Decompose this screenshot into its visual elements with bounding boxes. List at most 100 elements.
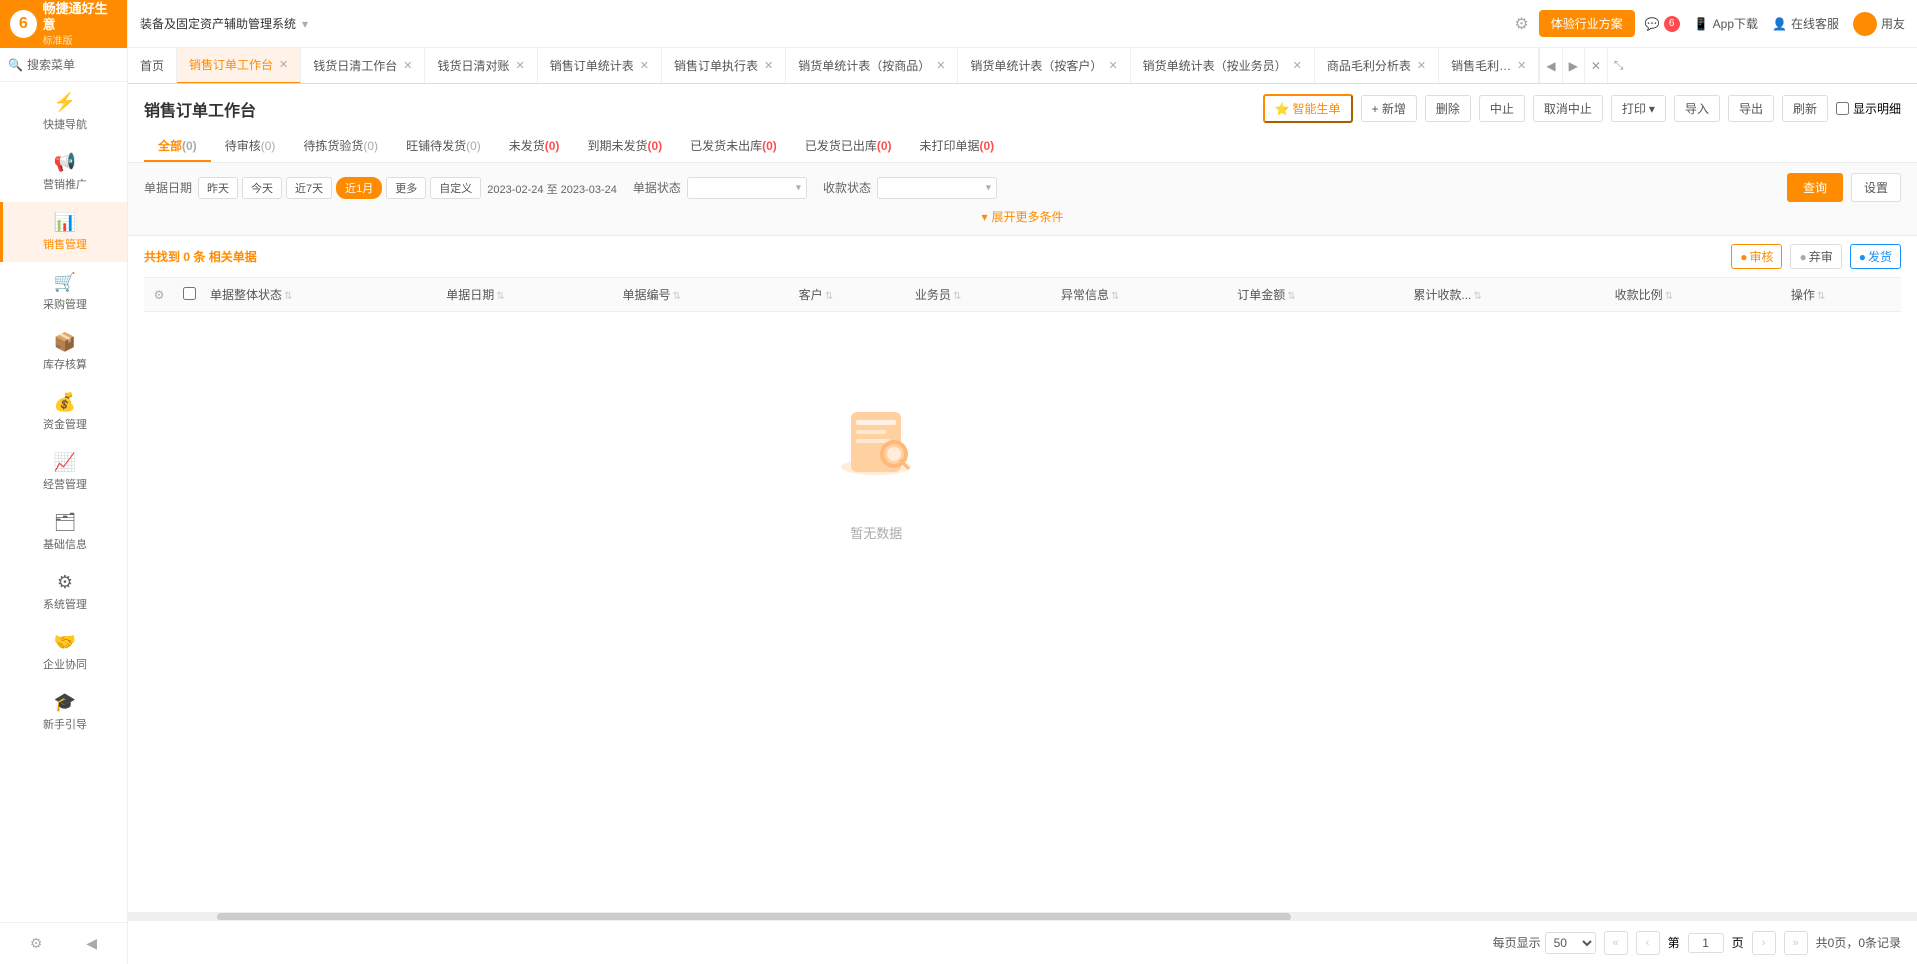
trial-btn[interactable]: 体验行业方案: [1539, 10, 1635, 37]
sub-tab-overdue-unshipped[interactable]: 到期未发货(0): [573, 131, 676, 162]
sidebar-search[interactable]: 🔍 搜索菜单: [0, 48, 127, 82]
tab-sales-stat[interactable]: 销售订单统计表✕: [538, 48, 662, 84]
tab-sales-workbench[interactable]: 销售订单工作台✕: [177, 48, 301, 84]
date-filter-btn-recent7[interactable]: 近7天: [286, 177, 332, 199]
tab-close-sales-workbench[interactable]: ✕: [279, 58, 288, 71]
status-filter-label: 单据状态: [633, 179, 681, 196]
sub-tab-unprinted[interactable]: 未打印单据(0): [906, 131, 1009, 162]
topbar-settings-icon[interactable]: ⚙: [1514, 14, 1528, 34]
tab-goods-stat-staff[interactable]: 销货单统计表（按业务员）✕: [1131, 48, 1315, 84]
tab-close-goods-stat-product[interactable]: ✕: [936, 59, 945, 72]
sidebar-item-operations[interactable]: 📈经营管理: [0, 442, 127, 502]
tab-close-sales-profit[interactable]: ✕: [1517, 59, 1526, 72]
import-btn[interactable]: 导入: [1674, 95, 1720, 122]
page-input[interactable]: [1688, 933, 1724, 953]
topbar-online-service[interactable]: 👤 在线客服: [1772, 15, 1839, 32]
sub-tab-shipped-not-out[interactable]: 已发货未出库(0): [676, 131, 791, 162]
export-btn[interactable]: 导出: [1728, 95, 1774, 122]
set-btn[interactable]: 设置: [1851, 173, 1901, 202]
date-filter-btn-custom[interactable]: 自定义: [430, 177, 481, 199]
topbar-message[interactable]: 💬 6: [1645, 16, 1680, 32]
sidebar-item-purchase[interactable]: 🛒采购管理: [0, 262, 127, 322]
sub-tab-unshipped[interactable]: 未发货(0): [495, 131, 574, 162]
stop-btn[interactable]: 中止: [1479, 95, 1525, 122]
sidebar-item-inventory[interactable]: 📦库存核算: [0, 322, 127, 382]
topbar-user[interactable]: 用友: [1853, 12, 1905, 36]
table-settings-icon[interactable]: ⚙: [154, 288, 165, 302]
tab-close-goods-stat-staff[interactable]: ✕: [1293, 59, 1302, 72]
sub-tab-all[interactable]: 全部(0): [144, 131, 211, 162]
page-next-btn[interactable]: ›: [1752, 931, 1776, 955]
tab-goods-stat-product[interactable]: 销货单统计表（按商品）✕: [786, 48, 958, 84]
sort-icon-status[interactable]: ⇅: [284, 291, 292, 302]
page-prev-btn[interactable]: ‹: [1636, 931, 1660, 955]
audit-btn[interactable]: ● 审核: [1731, 244, 1782, 269]
sub-tab-pending-review[interactable]: 待审核(0): [211, 131, 290, 162]
sidebar-item-sales[interactable]: 📊销售管理: [0, 202, 127, 262]
tab-close-goods-stat-customer[interactable]: ✕: [1108, 59, 1117, 72]
date-filter-btn-more[interactable]: 更多: [386, 177, 426, 199]
show-detail-checkbox[interactable]: [1836, 102, 1849, 115]
show-detail-checkbox-wrap[interactable]: 显示明细: [1836, 100, 1901, 117]
tab-close-cash-reconcile[interactable]: ✕: [516, 59, 525, 72]
tab-cash-daily[interactable]: 钱货日清工作台✕: [301, 48, 425, 84]
ship-btn[interactable]: ● 发货: [1850, 244, 1901, 269]
topbar: 装备及固定资产辅助管理系统 ▾ ⚙ 体验行业方案 💬 6 📱 App下载 👤 在…: [128, 0, 1917, 48]
date-filter-btn-yesterday[interactable]: 昨天: [198, 177, 238, 199]
tab-close-gross-profit[interactable]: ✕: [1417, 59, 1426, 72]
status-select[interactable]: [687, 177, 807, 199]
sub-tab-pending-inspect[interactable]: 待拣货验货(0): [289, 131, 392, 162]
add-btn[interactable]: + 新增: [1361, 95, 1417, 122]
smart-btn[interactable]: ⭐ 智能生单: [1263, 94, 1353, 123]
tab-cash-reconcile[interactable]: 钱货日清对账✕: [425, 48, 537, 84]
sidebar-item-finance[interactable]: 💰资金管理: [0, 382, 127, 442]
print-btn[interactable]: 打印 ▾: [1611, 95, 1666, 122]
sub-tab-shipped-out[interactable]: 已发货已出库(0): [791, 131, 906, 162]
page-last-btn[interactable]: »: [1784, 931, 1808, 955]
tab-close-all[interactable]: ✕: [1584, 48, 1607, 84]
sidebar-item-marketing[interactable]: 📢营销推广: [0, 142, 127, 202]
sort-icon-customer[interactable]: ⇅: [825, 291, 833, 302]
tab-goods-stat-customer[interactable]: 销货单统计表（按客户）✕: [958, 48, 1130, 84]
expand-filter-btn[interactable]: ▾ 展开更多条件: [981, 208, 1063, 225]
date-filter-btn-recent1month[interactable]: 近1月: [336, 177, 382, 199]
tab-scroll-left[interactable]: ◀: [1539, 48, 1561, 84]
sort-icon-amount[interactable]: ⇅: [1287, 291, 1295, 302]
tab-close-cash-daily[interactable]: ✕: [403, 59, 412, 72]
sidebar-item-enterprise[interactable]: 🤝企业协同: [0, 622, 127, 682]
sub-tab-wangpu-pending[interactable]: 旺铺待发货(0): [392, 131, 495, 162]
sidebar-collapse-btn[interactable]: ◀: [82, 931, 101, 956]
tab-close-sales-stat[interactable]: ✕: [640, 59, 649, 72]
sidebar-item-newbie[interactable]: 🎓新手引导: [0, 682, 127, 742]
sidebar-settings-btn[interactable]: ⚙: [26, 931, 47, 956]
select-all-checkbox[interactable]: [183, 287, 196, 300]
tab-close-sales-exec[interactable]: ✕: [764, 59, 773, 72]
delete-btn[interactable]: 删除: [1425, 95, 1471, 122]
tab-sales-profit[interactable]: 销售毛利…✕: [1439, 48, 1539, 84]
sidebar-item-sys-mgmt[interactable]: ⚙系统管理: [0, 562, 127, 622]
query-btn[interactable]: 查询: [1787, 173, 1843, 202]
sort-icon-exception[interactable]: ⇅: [1111, 291, 1119, 302]
sort-icon-date[interactable]: ⇅: [496, 291, 504, 302]
page-first-btn[interactable]: «: [1604, 931, 1628, 955]
sort-icon-ratio[interactable]: ⇅: [1665, 291, 1673, 302]
date-filter-btn-today[interactable]: 今天: [242, 177, 282, 199]
tab-expand[interactable]: ⤡: [1607, 48, 1630, 84]
tab-home[interactable]: 首页: [128, 48, 177, 84]
tab-scroll-right[interactable]: ▶: [1562, 48, 1584, 84]
sidebar-item-quick-nav[interactable]: ⚡快捷导航: [0, 82, 127, 142]
tab-sales-exec[interactable]: 销售订单执行表✕: [662, 48, 786, 84]
sort-icon-no[interactable]: ⇅: [672, 291, 680, 302]
refresh-btn[interactable]: 刷新: [1782, 95, 1828, 122]
sort-icon-received[interactable]: ⇅: [1473, 291, 1481, 302]
tab-label-home: 首页: [140, 57, 164, 74]
topbar-app-download[interactable]: 📱 App下载: [1694, 15, 1758, 32]
tab-gross-profit[interactable]: 商品毛利分析表✕: [1315, 48, 1439, 84]
sidebar-item-base-info[interactable]: 🗂基础信息: [0, 502, 127, 562]
per-page-select[interactable]: 102050100: [1545, 932, 1596, 954]
revoke-btn[interactable]: ● 弃审: [1790, 244, 1841, 269]
sort-icon-action[interactable]: ⇅: [1817, 291, 1825, 302]
payment-select[interactable]: [877, 177, 997, 199]
sort-icon-salesperson[interactable]: ⇅: [953, 291, 961, 302]
cancel-stop-btn[interactable]: 取消中止: [1533, 95, 1603, 122]
